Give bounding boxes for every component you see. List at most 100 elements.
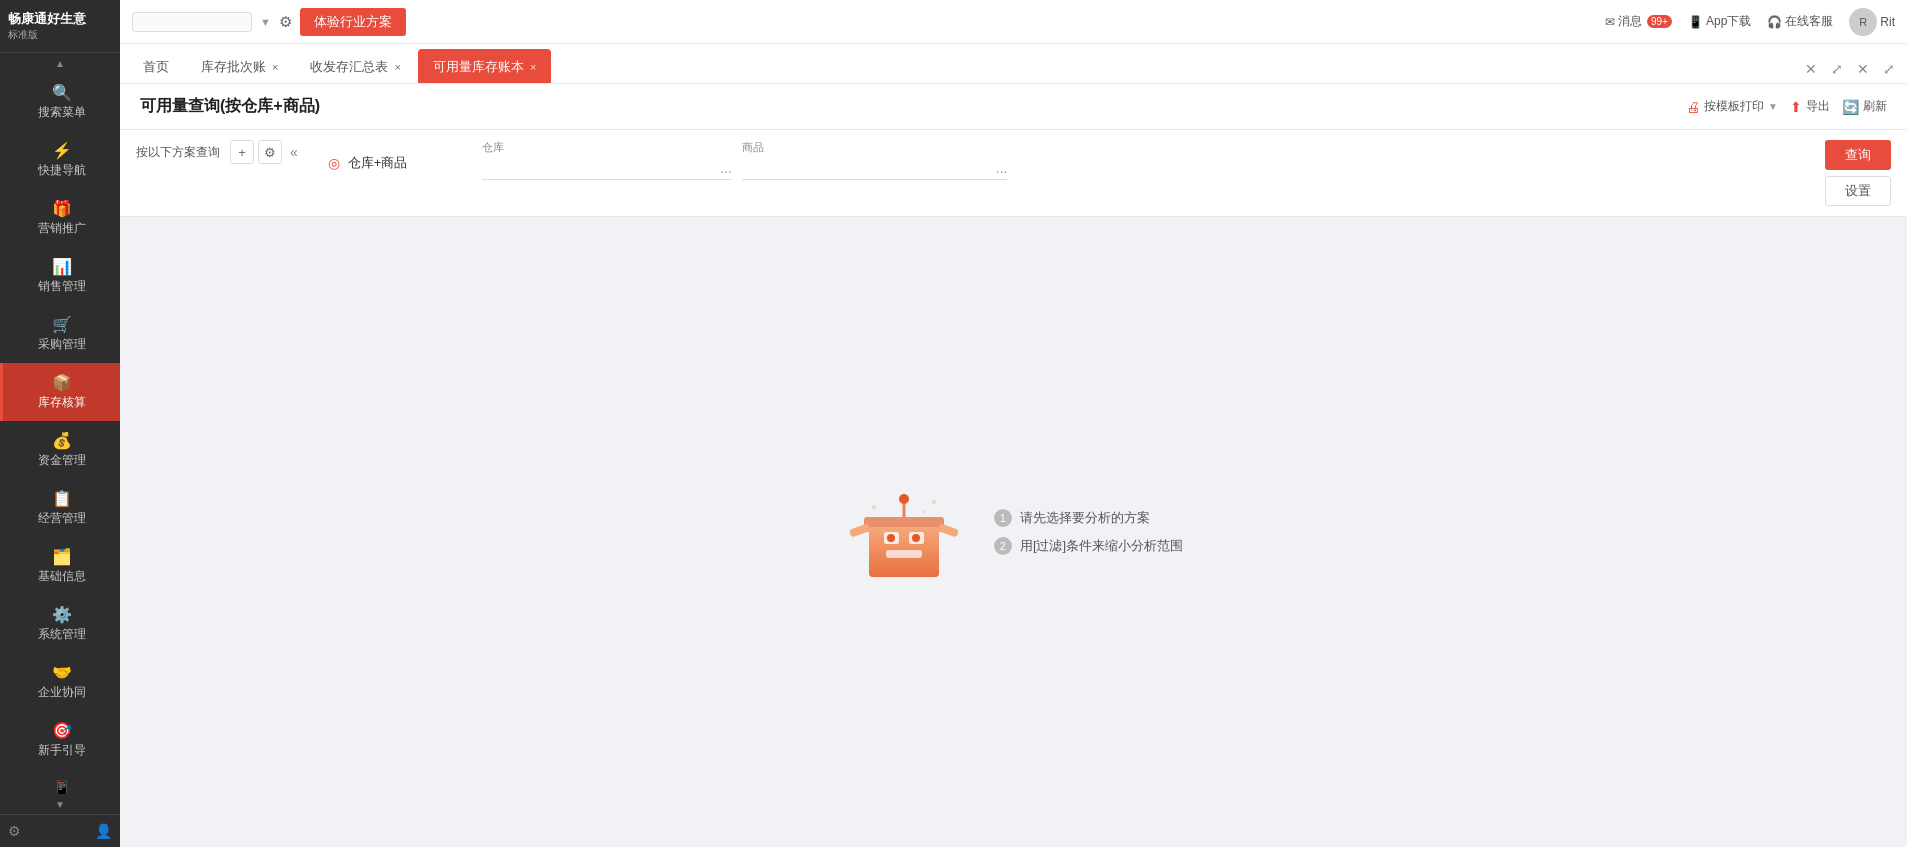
product-filter-field: 商品 ...	[742, 140, 1008, 180]
sidebar-bottom: ⚙ 👤	[0, 814, 120, 847]
tab-label-receipt-summary: 收发存汇总表	[310, 58, 388, 76]
tab-batch-ledger[interactable]: 库存批次账 ×	[186, 49, 293, 83]
topbar-actions: ✉ 消息 99+ 📱 App下载 🎧 在线客服 R Rit	[1605, 8, 1895, 36]
username-label: Rit	[1880, 15, 1895, 29]
add-scheme-button[interactable]: +	[230, 140, 254, 164]
sidebar-icon-search: 🔍	[52, 83, 72, 102]
sidebar-item-apps[interactable]: 📱应用中心	[0, 769, 120, 794]
product-dots-button[interactable]: ...	[996, 160, 1008, 176]
topbar-gear-icon[interactable]: ⚙	[279, 13, 292, 31]
message-icon: ✉	[1605, 15, 1615, 29]
refresh-action[interactable]: 🔄 刷新	[1842, 98, 1887, 115]
empty-illustration	[844, 472, 964, 592]
sidebar-item-search[interactable]: 🔍 搜索菜单	[0, 73, 120, 131]
sidebar-icon-marketing: 🎁	[52, 199, 72, 218]
warehouse-input-row: ...	[482, 157, 732, 180]
scheme-item-label: 仓库+商品	[348, 154, 408, 172]
svg-point-6	[912, 534, 920, 542]
tab-receipt-summary[interactable]: 收发存汇总表 ×	[295, 49, 415, 83]
scheme-item-icon: ◎	[328, 155, 340, 171]
tab-close-batch-ledger[interactable]: ×	[272, 61, 278, 73]
sidebar-label-quick-nav: 快捷导航	[38, 162, 86, 179]
sidebar-item-newbie[interactable]: 🎯新手引导	[0, 711, 120, 769]
sidebar-label-operations: 经营管理	[38, 510, 86, 527]
svg-point-11	[899, 494, 909, 504]
app-download-label: App下载	[1706, 13, 1751, 30]
svg-point-5	[887, 534, 895, 542]
tab-home[interactable]: 首页	[128, 49, 184, 83]
sidebar-item-cooperation[interactable]: 🤝企业协同	[0, 653, 120, 711]
svg-point-12	[872, 505, 876, 509]
empty-state: 1 请先选择要分析的方案 2 用[过滤]条件来缩小分析范围	[120, 217, 1907, 847]
tab-available-ledger[interactable]: 可用量库存账本×	[418, 49, 551, 83]
customer-service-label: 在线客服	[1785, 13, 1833, 30]
tab-label-batch-ledger: 库存批次账	[201, 58, 266, 76]
avatar-placeholder: R	[1859, 16, 1867, 28]
sidebar-scroll-up[interactable]: ▲	[0, 53, 120, 73]
sidebar-icon-basic: 🗂️	[52, 547, 72, 566]
sidebar-item-system[interactable]: ⚙️系统管理	[0, 595, 120, 653]
close-all-tabs-button[interactable]: ✕	[1801, 59, 1821, 79]
query-button[interactable]: 查询	[1825, 140, 1891, 170]
sidebar-item-quick-nav[interactable]: ⚡ 快捷导航	[0, 131, 120, 189]
sidebar-item-operations[interactable]: 📋经营管理	[0, 479, 120, 537]
empty-svg	[844, 472, 964, 592]
sidebar-header: 畅康通好生意 标准版	[0, 0, 120, 53]
search-input[interactable]	[139, 15, 219, 29]
step-2-number: 2	[994, 537, 1012, 555]
sidebar-label-system: 系统管理	[38, 626, 86, 643]
warehouse-dots-button[interactable]: ...	[720, 160, 732, 176]
sidebar-item-inventory[interactable]: 📦库存核算	[0, 363, 120, 421]
refresh-icon: 🔄	[1842, 99, 1859, 115]
tab-close-available-ledger[interactable]: ×	[530, 61, 536, 73]
print-icon: 🖨	[1686, 99, 1700, 115]
sidebar-item-purchase[interactable]: 🛒采购管理	[0, 305, 120, 363]
avatar: R	[1849, 8, 1877, 36]
scheme-item-warehouse-product[interactable]: ◎ 仓库+商品	[312, 148, 472, 178]
sidebar-label-marketing: 营销推广	[38, 220, 86, 237]
message-action[interactable]: ✉ 消息 99+	[1605, 13, 1672, 30]
app-download-action[interactable]: 📱 App下载	[1688, 13, 1751, 30]
sidebar-icon-sales: 📊	[52, 257, 72, 276]
empty-step-1: 1 请先选择要分析的方案	[994, 509, 1183, 527]
svg-rect-9	[937, 523, 959, 537]
scheme-settings-button[interactable]: ⚙	[258, 140, 282, 164]
maximize-button[interactable]: ⤢	[1879, 59, 1899, 79]
refresh-label: 刷新	[1863, 98, 1887, 115]
phone-icon: 📱	[1688, 15, 1703, 29]
settings-button[interactable]: 设置	[1825, 176, 1891, 206]
sidebar-scroll-down[interactable]: ▼	[0, 794, 120, 814]
industry-solution-button[interactable]: 体验行业方案	[300, 8, 406, 36]
sidebar-item-finance[interactable]: 💰资金管理	[0, 421, 120, 479]
print-action[interactable]: 🖨 按模板打印 ▼	[1686, 98, 1778, 115]
sidebar-user-icon[interactable]: 👤	[95, 823, 112, 839]
export-action[interactable]: ⬆ 导出	[1790, 98, 1830, 115]
topbar-search-box[interactable]	[132, 12, 252, 32]
sidebar-item-marketing[interactable]: 🎁 营销推广	[0, 189, 120, 247]
content-area: 可用量查询(按仓库+商品) 🖨 按模板打印 ▼ ⬆ 导出 🔄 刷新 按以下方	[120, 84, 1907, 847]
sidebar-item-sales[interactable]: 📊销售管理	[0, 247, 120, 305]
user-profile-action[interactable]: R Rit	[1849, 8, 1895, 36]
collapse-icon: «	[290, 144, 298, 160]
svg-rect-8	[849, 523, 871, 537]
sidebar-settings-icon[interactable]: ⚙	[8, 823, 21, 839]
sidebar-icon-quick-nav: ⚡	[52, 141, 72, 160]
filter-collapse-button[interactable]: «	[286, 144, 302, 160]
sidebar-label-search: 搜索菜单	[38, 104, 86, 121]
product-input[interactable]	[742, 161, 992, 176]
sidebar-item-basic[interactable]: 🗂️ 基础信息	[0, 537, 120, 595]
page-header-actions: 🖨 按模板打印 ▼ ⬆ 导出 🔄 刷新	[1686, 98, 1887, 115]
tab-close-receipt-summary[interactable]: ×	[394, 61, 400, 73]
print-dropdown-icon[interactable]: ▼	[1768, 101, 1778, 112]
warehouse-input[interactable]	[482, 161, 716, 176]
brand-name: 畅康通好生意	[8, 10, 112, 28]
close-all-tabs-button[interactable]: ✕	[1853, 59, 1873, 79]
svg-point-13	[932, 500, 936, 504]
filter-area: 按以下方案查询 + ⚙ « ◎ 仓库+商品	[120, 130, 1907, 217]
page-header: 可用量查询(按仓库+商品) 🖨 按模板打印 ▼ ⬆ 导出 🔄 刷新	[120, 84, 1907, 130]
sidebar-label-basic: 基础信息	[38, 568, 86, 585]
maximize-button[interactable]: ⤢	[1827, 59, 1847, 79]
search-dropdown-icon[interactable]: ▼	[260, 16, 271, 28]
customer-service-action[interactable]: 🎧 在线客服	[1767, 13, 1833, 30]
tabs-bar: 首页库存批次账×收发存汇总表×可用量库存账本× ✕ ⤢ ✕⤢	[120, 44, 1907, 84]
